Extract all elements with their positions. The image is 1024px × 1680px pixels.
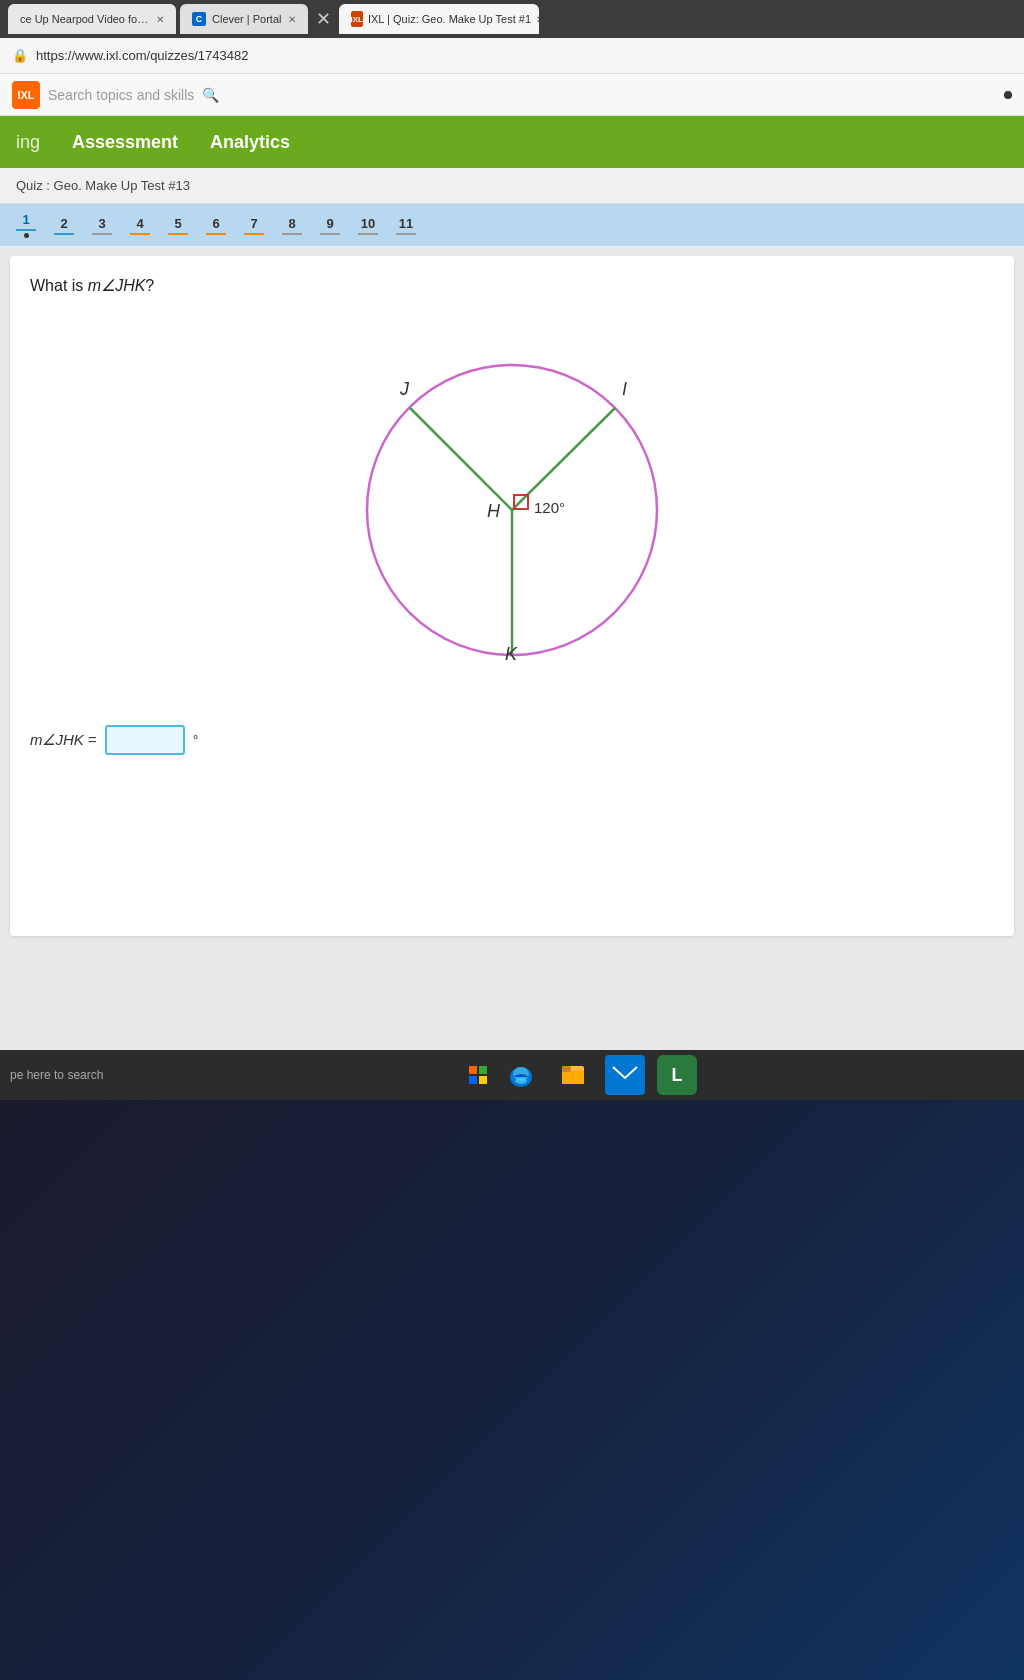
svg-rect-13 <box>562 1071 584 1084</box>
content-area: What is m∠JHK? <box>10 256 1014 936</box>
q-num-5-label: 5 <box>174 216 181 231</box>
answer-area: m∠JHK = ° <box>30 715 994 765</box>
browser-chrome: ce Up Nearpod Video for Test ✕ C Clever … <box>0 0 1024 38</box>
angle-notation: m∠JHK <box>88 277 146 294</box>
search-icon: 🔍 <box>202 87 219 103</box>
q-underline-3 <box>92 233 112 235</box>
q-underline-4 <box>130 233 150 235</box>
address-bar: 🔒 https://www.ixl.com/quizzes/1743482 <box>0 38 1024 74</box>
ixl-tab-close[interactable]: ✕ <box>536 14 539 25</box>
point-k-label: K <box>505 644 518 664</box>
taskbar-edge[interactable] <box>501 1055 541 1095</box>
q-num-9-label: 9 <box>326 216 333 231</box>
tab-separator: ✕ <box>316 8 331 30</box>
taskbar-explorer[interactable] <box>553 1055 593 1095</box>
taskbar-search-area[interactable] <box>467 1064 489 1086</box>
svg-line-1 <box>410 408 512 510</box>
q-underline-8 <box>282 233 302 235</box>
nearpod-tab-label: ce Up Nearpod Video for Test <box>20 13 150 25</box>
q-num-11[interactable]: 11 <box>396 216 416 235</box>
q-num-6[interactable]: 6 <box>206 216 226 235</box>
q-num-3[interactable]: 3 <box>92 216 112 235</box>
q-num-10-label: 10 <box>361 216 375 231</box>
taskbar: pe here to search <box>0 1050 1024 1100</box>
q-num-9[interactable]: 9 <box>320 216 340 235</box>
taskbar-search-icon <box>467 1064 489 1086</box>
question-nav: 1 2 3 4 5 6 7 8 <box>0 204 1024 246</box>
q-num-2-label: 2 <box>60 216 67 231</box>
breadcrumb: Quiz : Geo. Make Up Test #13 <box>0 168 1024 204</box>
q-num-10[interactable]: 10 <box>358 216 378 235</box>
q-num-6-label: 6 <box>212 216 219 231</box>
ixl-logo: IXL <box>12 81 40 109</box>
q-num-1[interactable]: 1 <box>16 212 36 238</box>
svg-point-11 <box>515 1078 527 1084</box>
taskbar-mail[interactable] <box>605 1055 645 1095</box>
q-underline-1 <box>16 229 36 231</box>
question-text: What is m∠JHK? <box>30 276 994 295</box>
svg-rect-8 <box>479 1076 487 1084</box>
q-num-7-label: 7 <box>250 216 257 231</box>
mail-icon <box>611 1061 639 1089</box>
q-underline-11 <box>396 233 416 235</box>
q-underline-7 <box>244 233 264 235</box>
diagram-container: J I K H 120° <box>30 315 994 695</box>
answer-input[interactable] <box>105 725 185 755</box>
angle-120-label: 120° <box>534 499 565 516</box>
desktop-background <box>0 1100 1024 1680</box>
point-j-label: J <box>399 379 410 399</box>
l-icon: L <box>672 1065 683 1086</box>
q-num-8[interactable]: 8 <box>282 216 302 235</box>
clever-tab-label: Clever | Portal <box>212 13 282 25</box>
nav-item-assessment[interactable]: Assessment <box>72 128 178 157</box>
svg-rect-14 <box>562 1066 571 1072</box>
url-display[interactable]: https://www.ixl.com/quizzes/1743482 <box>36 48 1012 63</box>
clever-favicon: C <box>192 12 206 26</box>
taskbar-green-app[interactable]: L <box>657 1055 697 1095</box>
ixl-tab-label: IXL | Quiz: Geo. Make Up Test #1 <box>368 13 531 25</box>
tab-ixl[interactable]: IXL IXL | Quiz: Geo. Make Up Test #1 ✕ <box>339 4 539 34</box>
svg-rect-6 <box>479 1066 487 1074</box>
q-num-5[interactable]: 5 <box>168 216 188 235</box>
ixl-favicon: IXL <box>351 11 363 27</box>
q-num-8-label: 8 <box>288 216 295 231</box>
degree-symbol: ° <box>193 732 199 748</box>
dot-indicator <box>1004 91 1012 99</box>
taskbar-search-text: pe here to search <box>10 1068 103 1082</box>
point-h-label: H <box>487 501 501 521</box>
edge-icon <box>507 1061 535 1089</box>
q-num-4-label: 4 <box>136 216 143 231</box>
q-num-3-label: 3 <box>98 216 105 231</box>
nearpod-tab-close[interactable]: ✕ <box>156 14 164 25</box>
q-underline-9 <box>320 233 340 235</box>
nav-item-learning[interactable]: ing <box>16 128 40 157</box>
svg-rect-7 <box>469 1076 477 1084</box>
q-num-2[interactable]: 2 <box>54 216 74 235</box>
q-dot-1 <box>24 233 29 238</box>
breadcrumb-text: Quiz : Geo. Make Up Test #13 <box>16 178 190 193</box>
tab-clever[interactable]: C Clever | Portal ✕ <box>180 4 308 34</box>
answer-label: m∠JHK = <box>30 731 97 749</box>
q-underline-5 <box>168 233 188 235</box>
q-num-1-label: 1 <box>22 212 29 227</box>
q-num-7[interactable]: 7 <box>244 216 264 235</box>
clever-tab-close[interactable]: ✕ <box>288 14 296 25</box>
svg-rect-5 <box>469 1066 477 1074</box>
search-placeholder: Search topics and skills <box>48 87 194 103</box>
lock-icon: 🔒 <box>12 48 28 63</box>
point-i-label: I <box>622 379 627 399</box>
explorer-icon <box>559 1061 587 1089</box>
tab-nearpod[interactable]: ce Up Nearpod Video for Test ✕ <box>8 4 176 34</box>
q-underline-10 <box>358 233 378 235</box>
q-underline-2 <box>54 233 74 235</box>
nav-item-analytics[interactable]: Analytics <box>210 128 290 157</box>
q-underline-6 <box>206 233 226 235</box>
search-input-container[interactable]: Search topics and skills 🔍 <box>48 87 996 103</box>
q-num-4[interactable]: 4 <box>130 216 150 235</box>
search-bar-area: IXL Search topics and skills 🔍 <box>0 74 1024 116</box>
nav-bar: ing Assessment Analytics <box>0 116 1024 168</box>
geometry-diagram: J I K H 120° <box>322 315 702 695</box>
q-num-11-label: 11 <box>399 216 413 231</box>
